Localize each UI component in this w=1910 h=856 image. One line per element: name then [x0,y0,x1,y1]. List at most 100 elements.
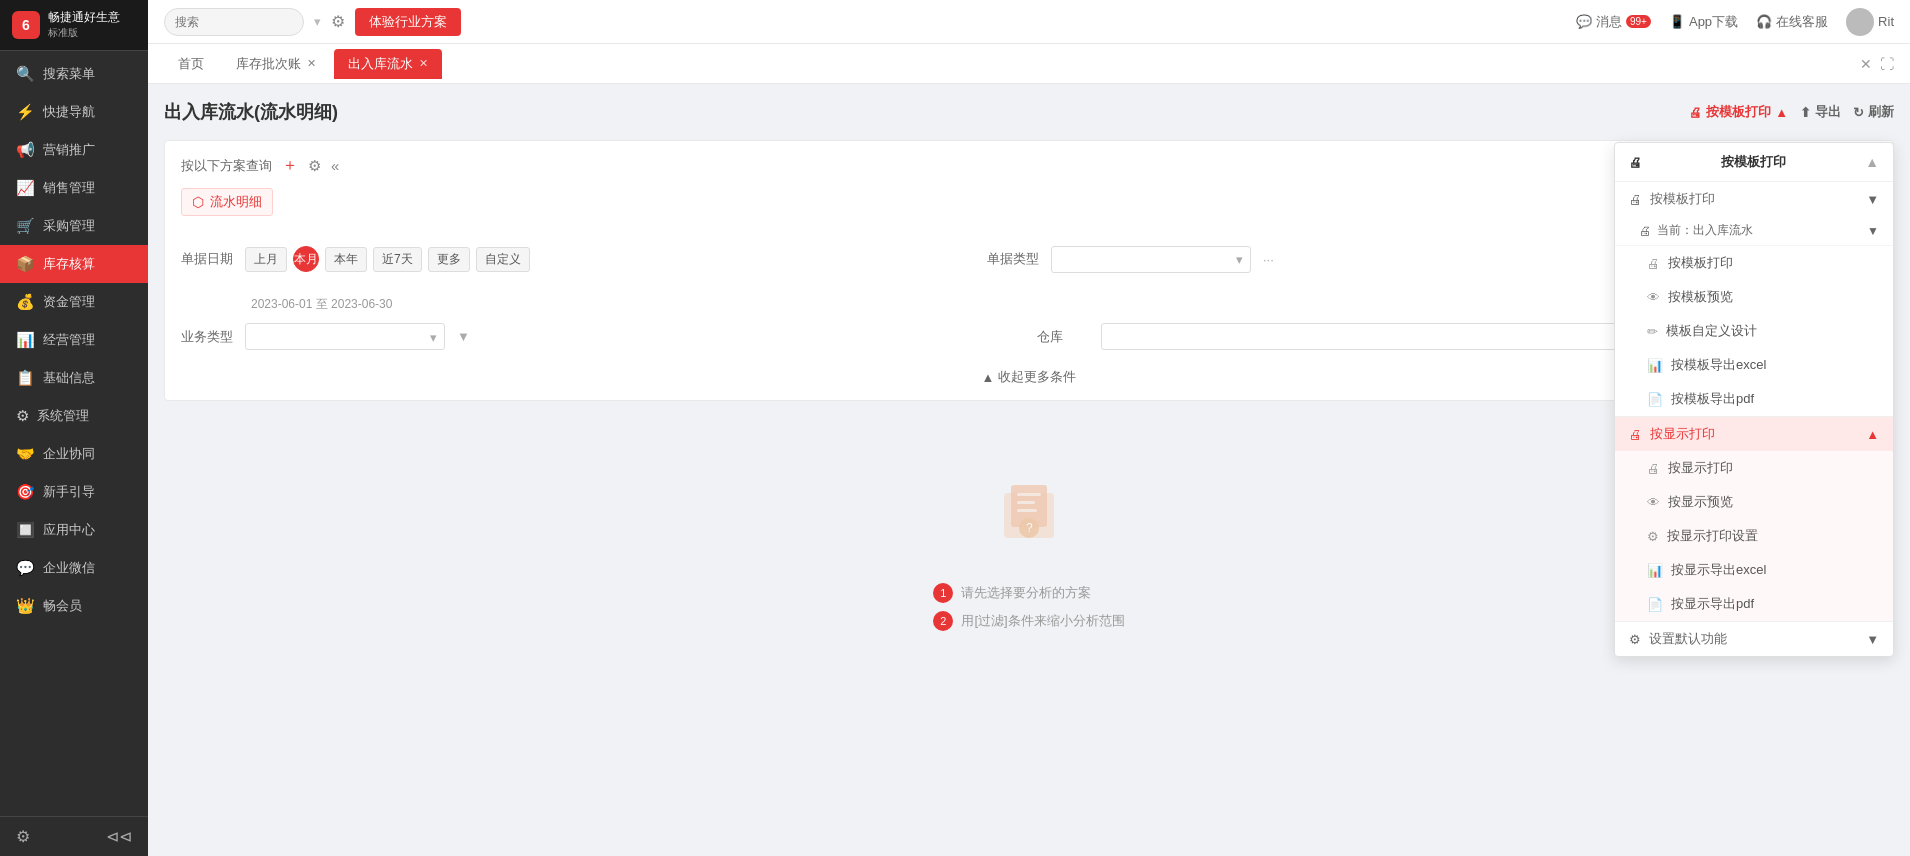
date-field: 单据日期 上月 本月 本年 近7天 更多 自定义 [181,246,971,272]
messages-btn[interactable]: 💬 消息 99+ [1576,13,1651,31]
sidebar-item-system[interactable]: ⚙ 系统管理 [0,397,148,435]
chevron-up-icon: ▲ [1775,105,1788,120]
sidebar-item-label: 企业微信 [43,559,95,577]
search-setting-icon[interactable]: ⚙ [308,157,321,175]
page-title-text: 出入库流水(流水明细) [164,100,338,124]
date-btn-more[interactable]: 更多 [428,247,470,272]
sidebar-item-basic[interactable]: 📋 基础信息 [0,359,148,397]
template-custom-item[interactable]: ✏ 模板自定义设计 [1615,314,1893,348]
topbar-dropdown[interactable]: ▾ [314,14,321,29]
display-excel-item[interactable]: 📊 按显示导出excel [1615,553,1893,587]
empty-icon: ? [989,473,1069,567]
sidebar-item-inventory[interactable]: 📦 库存核算 [0,245,148,283]
minimize-icon[interactable]: ✕ [1860,56,1872,72]
footer-arrow-icon: ▼ [1866,632,1879,647]
app-icon: 📱 [1669,14,1685,29]
tab-batch[interactable]: 库存批次账 ✕ [222,49,330,79]
sidebar-item-appcenter[interactable]: 🔲 应用中心 [0,511,148,549]
display-print-icon: 🖨 [1647,461,1660,476]
sidebar-item-shortcuts[interactable]: ⚡ 快捷导航 [0,93,148,131]
topbar-right: 💬 消息 99+ 📱 App下载 🎧 在线客服 Rit [1576,8,1894,36]
system-icon: ⚙ [16,407,29,425]
sidebar-item-search[interactable]: 🔍 搜索菜单 [0,55,148,93]
refresh-btn[interactable]: ↻ 刷新 [1853,103,1894,121]
date-btn-7days[interactable]: 近7天 [373,247,422,272]
template-preview-item[interactable]: 👁 按模板预览 [1615,280,1893,314]
tab-flow[interactable]: 出入库流水 ✕ [334,49,442,79]
topbar-left: ▾ ⚙ 体验行业方案 [164,8,461,36]
sidebar-item-operations[interactable]: 📊 经营管理 [0,321,148,359]
print-dropdown-header: 🖨 按模板打印 ▲ [1615,143,1893,182]
dropdown-footer[interactable]: ⚙ 设置默认功能 ▼ [1615,622,1893,656]
tab-batch-close-icon[interactable]: ✕ [307,57,316,70]
template-pdf-icon: 📄 [1647,392,1663,407]
display-preview-icon: 👁 [1647,495,1660,510]
template-pdf-item[interactable]: 📄 按模板导出pdf [1615,382,1893,416]
display-print-item[interactable]: 🖨 按显示打印 [1615,451,1893,485]
sidebar-item-cooperation[interactable]: 🤝 企业协同 [0,435,148,473]
dropdown-collapse-icon[interactable]: ▲ [1865,154,1879,170]
tab-home[interactable]: 首页 [164,49,218,79]
user-name: Rit [1878,14,1894,29]
window-controls: ✕ ⛶ [1860,56,1894,72]
date-btn-last-month[interactable]: 上月 [245,247,287,272]
search-add-icon[interactable]: ＋ [282,155,298,176]
sidebar-item-label: 采购管理 [43,217,95,235]
sidebar-item-wechat[interactable]: 💬 企业微信 [0,549,148,587]
print-template-btn[interactable]: 🖨 按模板打印 ▲ [1689,103,1788,121]
online-service-btn[interactable]: 🎧 在线客服 [1756,13,1828,31]
display-print-settings-item[interactable]: ⚙ 按显示打印设置 [1615,519,1893,553]
export-btn[interactable]: ⬆ 导出 [1800,103,1841,121]
solution-btn[interactable]: 体验行业方案 [355,8,461,36]
warehouse-label: 仓库 [1037,328,1093,346]
sales-icon: 📈 [16,179,35,197]
template-section-header[interactable]: 🖨 按模板打印 ▼ [1615,182,1893,216]
export-label: 导出 [1815,103,1841,121]
maximize-icon[interactable]: ⛶ [1880,56,1894,72]
biz-type-field: 业务类型 ▼ [181,323,1021,350]
doc-type-more-icon[interactable]: ··· [1263,252,1274,267]
app-download-btn[interactable]: 📱 App下载 [1669,13,1738,31]
display-section-chevron-icon: ▲ [1866,427,1879,442]
footer-collapse-icon[interactable]: ⊲⊲ [106,827,132,846]
member-icon: 👑 [16,597,35,615]
print-template-label: 按模板打印 [1706,103,1771,121]
date-btn-this-year[interactable]: 本年 [325,247,367,272]
step-1-text: 请先选择要分析的方案 [961,584,1091,602]
sidebar-item-label: 基础信息 [43,369,95,387]
display-section-header[interactable]: 🖨 按显示打印 ▲ [1615,417,1893,451]
display-preview-item[interactable]: 👁 按显示预览 [1615,485,1893,519]
refresh-icon: ↻ [1853,105,1864,120]
user-profile[interactable]: Rit [1846,8,1894,36]
topbar-gear-icon[interactable]: ⚙ [331,12,345,31]
biz-type-chevron-icon: ▼ [457,329,470,344]
step-2-num: 2 [933,611,953,631]
doc-type-select[interactable] [1051,246,1251,273]
doc-type-select-wrapper [1051,246,1251,273]
sidebar-item-marketing[interactable]: 📢 营销推广 [0,131,148,169]
sidebar-item-guide[interactable]: 🎯 新手引导 [0,473,148,511]
display-pdf-item[interactable]: 📄 按显示导出pdf [1615,587,1893,621]
date-picker: 上月 本月 本年 近7天 更多 自定义 [245,246,530,272]
current-doc-row: 🖨 当前：出入库流水 ▼ [1615,216,1893,246]
search-input[interactable] [164,8,304,36]
search-collapse-icon[interactable]: « [331,157,339,174]
template-pdf-label: 按模板导出pdf [1671,390,1754,408]
template-print-item[interactable]: 🖨 按模板打印 [1615,246,1893,280]
display-preview-label: 按显示预览 [1668,493,1733,511]
guide-icon: 🎯 [16,483,35,501]
biz-type-select[interactable] [245,323,445,350]
footer-settings-icon[interactable]: ⚙ [16,827,30,846]
inventory-icon: 📦 [16,255,35,273]
sidebar-item-finance[interactable]: 💰 资金管理 [0,283,148,321]
date-btn-this-month[interactable]: 本月 [293,246,319,272]
sidebar-item-member[interactable]: 👑 畅会员 [0,587,148,625]
template-excel-item[interactable]: 📊 按模板导出excel [1615,348,1893,382]
sidebar-item-purchase[interactable]: 🛒 采购管理 [0,207,148,245]
sidebar-item-sales[interactable]: 📈 销售管理 [0,169,148,207]
tab-flow-close-icon[interactable]: ✕ [419,57,428,70]
sidebar-nav: 🔍 搜索菜单 ⚡ 快捷导航 📢 营销推广 📈 销售管理 🛒 采购管理 📦 库存核… [0,51,148,816]
svg-text:?: ? [1026,521,1033,535]
date-btn-custom[interactable]: 自定义 [476,247,530,272]
messages-badge: 99+ [1626,15,1651,28]
